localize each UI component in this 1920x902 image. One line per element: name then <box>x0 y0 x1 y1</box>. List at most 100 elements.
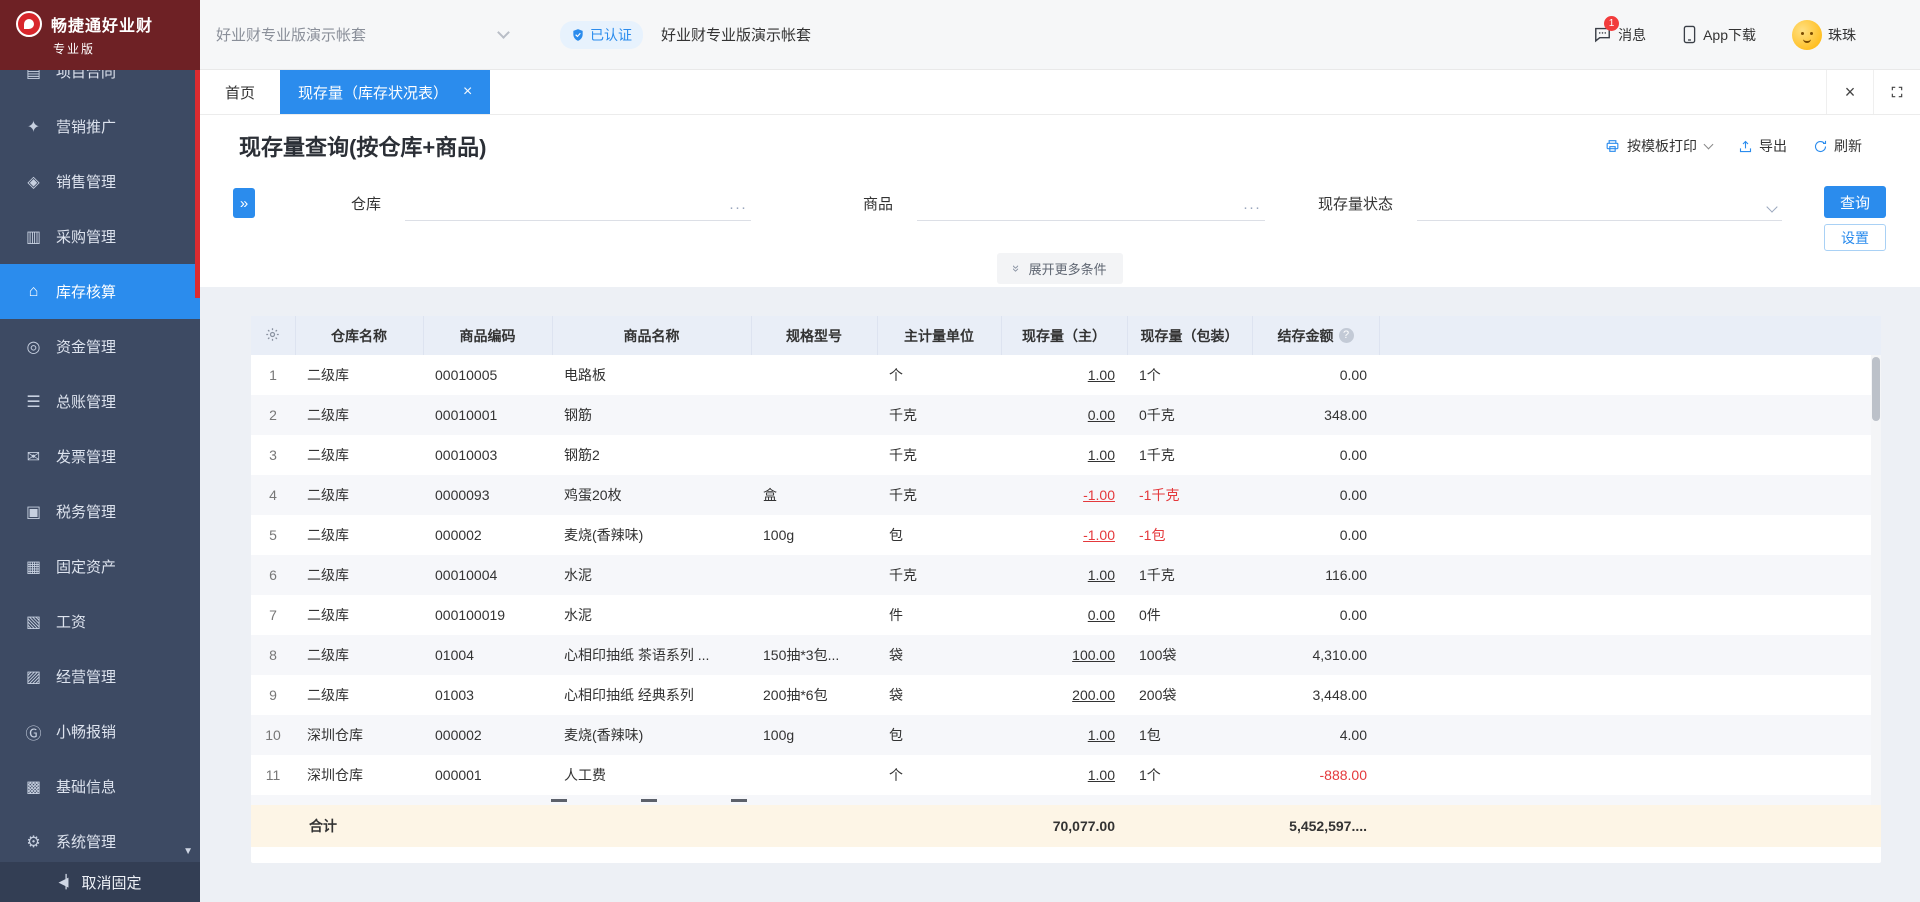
row-index: 10 <box>265 727 281 743</box>
cell-amount: 4,310.00 <box>1312 647 1368 663</box>
table-row[interactable]: 11 深圳仓库 000001 人工费 个 1.00 1个 -888.00 <box>251 755 1881 795</box>
export-button[interactable]: 导出 <box>1738 136 1787 156</box>
cell-unit: 千克 <box>889 407 917 423</box>
table-row[interactable]: 5 二级库 000002 麦烧(香辣味) 100g 包 -1.00 -1包 0.… <box>251 515 1881 555</box>
qty-link[interactable]: 1.00 <box>1088 367 1115 383</box>
sidebar-item[interactable]: ▥ 采购管理 <box>0 209 200 264</box>
cell-filler <box>1379 515 1881 555</box>
double-chevron-down-icon: » <box>1009 264 1025 273</box>
account-set-selector[interactable]: 好业财专业版演示帐套 <box>216 24 510 45</box>
sidebar-item[interactable]: ▣ 税务管理 <box>0 484 200 539</box>
print-by-template-button[interactable]: 按模板打印 <box>1604 136 1714 156</box>
chevron-down-icon[interactable] <box>1766 201 1778 213</box>
app-download-button[interactable]: App下载 <box>1682 25 1756 45</box>
table-row[interactable]: 6 二级库 00010004 水泥 千克 1.00 1千克 116.00 <box>251 555 1881 595</box>
tab-home[interactable]: 首页 <box>200 70 280 114</box>
warehouse-input[interactable]: ··· <box>405 189 751 221</box>
user-menu[interactable]: 珠珠 <box>1792 19 1856 50</box>
sidebar-item[interactable]: Ⓖ 小畅报销 <box>0 704 200 759</box>
sidebar-item[interactable]: ✉ 发票管理 <box>0 429 200 484</box>
scroll-down-icon[interactable]: ▼ <box>183 846 193 857</box>
warehouse-filter: 仓库 ··· <box>351 189 751 221</box>
certified-badge: 已认证 <box>560 20 643 49</box>
qty-link[interactable]: 1.00 <box>1088 767 1115 783</box>
cell-amount: 348.00 <box>1324 407 1367 423</box>
table-row[interactable]: 9 二级库 01003 心相印抽纸 经典系列 200抽*6包 袋 200.00 … <box>251 675 1881 715</box>
sidebar-item[interactable]: ▧ 工资 <box>0 594 200 649</box>
row-index: 2 <box>269 407 277 423</box>
print-label: 按模板打印 <box>1627 138 1697 154</box>
qty-link[interactable]: 1.00 <box>1088 447 1115 463</box>
settings-button[interactable]: 设置 <box>1824 224 1886 251</box>
cell-qty-main: 1.00 <box>1001 755 1127 795</box>
qty-link[interactable]: 200.00 <box>1072 687 1115 703</box>
qty-link[interactable]: 100.00 <box>1072 647 1115 663</box>
sidebar-item-label: 基础信息 <box>56 779 117 796</box>
qty-link[interactable]: 1.00 <box>1088 567 1115 583</box>
table-row[interactable]: 3 二级库 00010003 钢筋2 千克 1.00 1千克 0.00 <box>251 435 1881 475</box>
sidebar-item-label: 项目合同 <box>56 70 117 81</box>
cell-qty-package: 0件 <box>1139 607 1161 623</box>
cell-amount: 0.00 <box>1339 527 1367 543</box>
sidebar-item[interactable]: ✦ 营销推广 <box>0 99 200 154</box>
expand-more-conditions-button[interactable]: » 展开更多条件 <box>997 253 1123 284</box>
sidebar-item[interactable]: ▨ 经营管理 <box>0 649 200 704</box>
sidebar-item[interactable]: ◈ 销售管理 <box>0 154 200 209</box>
cell-spec: 100g <box>763 727 795 743</box>
cell-amount: -888.00 <box>1319 767 1367 783</box>
brand-title: 畅捷通好业财 <box>51 17 154 35</box>
cell-spec <box>751 435 877 475</box>
expense-icon: Ⓖ <box>25 725 42 743</box>
more-options-icon[interactable]: ··· <box>729 199 747 216</box>
sidebar-item[interactable]: ☰ 总账管理 <box>0 374 200 429</box>
sidebar-item[interactable]: ⚙ 系统管理 <box>0 814 200 869</box>
refresh-button[interactable]: 刷新 <box>1813 136 1862 156</box>
qty-link[interactable]: 1.00 <box>1088 727 1115 743</box>
goods-input[interactable]: ··· <box>917 189 1265 221</box>
sidebar: ▤ 项目合同 ✦ 营销推广 ◈ 销售管理 ▥ 采购管理 ⌂ 库存核算 ◎ 资金管… <box>0 70 200 902</box>
qty-link[interactable]: -1.00 <box>1083 527 1115 543</box>
qty-link[interactable]: 0.00 <box>1088 407 1115 423</box>
collapse-filter-button[interactable]: » <box>233 188 255 218</box>
close-all-tabs-button[interactable]: × <box>1826 70 1873 114</box>
clipped-next-row <box>251 795 1881 805</box>
unpin-sidebar-button[interactable]: ◀▏ 取消固定 <box>0 862 200 902</box>
fullscreen-button[interactable] <box>1873 70 1920 114</box>
row-index: 6 <box>269 567 277 583</box>
stock-table-card: 仓库名称 商品编码 商品名称 规格型号 主计量单位 现存量（主） 现存量（包装）… <box>251 316 1881 863</box>
qty-link[interactable]: -1.00 <box>1083 487 1115 503</box>
qty-link[interactable]: 0.00 <box>1088 607 1115 623</box>
cell-qty-main: 1.00 <box>1001 555 1127 595</box>
more-options-icon[interactable]: ··· <box>1243 199 1261 216</box>
table-row[interactable]: 7 二级库 000100019 水泥 件 0.00 0件 0.00 <box>251 595 1881 635</box>
cell-goods-code: 00010001 <box>435 407 498 423</box>
cell-goods-code: 00010004 <box>435 567 498 583</box>
total-row: 合计 70,077.00 5,452,597.... <box>251 805 1881 847</box>
sidebar-item[interactable]: ◎ 资金管理 <box>0 319 200 374</box>
table-scrollbar-track <box>1871 355 1881 805</box>
table-row[interactable]: 4 二级库 0000093 鸡蛋20枚 盒 千克 -1.00 -1千克 0.00 <box>251 475 1881 515</box>
messages-count-badge: 1 <box>1604 15 1620 31</box>
sidebar-item[interactable]: ▤ 项目合同 <box>0 70 200 99</box>
col-goods-name: 商品名称 <box>552 316 752 355</box>
table-scrollbar-thumb[interactable] <box>1872 357 1880 421</box>
cell-qty-main: -1.00 <box>1001 515 1127 555</box>
sidebar-item[interactable]: ▦ 固定资产 <box>0 539 200 594</box>
sidebar-item[interactable]: ▩ 基础信息 <box>0 759 200 814</box>
table-row[interactable]: 1 二级库 00010005 电路板 个 1.00 1个 0.00 <box>251 355 1881 395</box>
table-row[interactable]: 2 二级库 00010001 钢筋 千克 0.00 0千克 348.00 <box>251 395 1881 435</box>
tab-close-icon[interactable]: × <box>463 83 472 101</box>
cell-unit: 袋 <box>889 687 903 703</box>
column-settings-button[interactable] <box>251 316 296 355</box>
query-button[interactable]: 查询 <box>1824 186 1886 218</box>
table-row[interactable]: 8 二级库 01004 心相印抽纸 茶语系列 ... 150抽*3包... 袋 … <box>251 635 1881 675</box>
sidebar-item[interactable]: ⌂ 库存核算 <box>0 264 200 319</box>
cell-qty-main: 1.00 <box>1001 355 1127 395</box>
table-row[interactable]: 10 深圳仓库 000002 麦烧(香辣味) 100g 包 1.00 1包 4.… <box>251 715 1881 755</box>
stock-status-select[interactable] <box>1417 189 1782 221</box>
help-icon[interactable]: ? <box>1338 328 1354 343</box>
row-index: 4 <box>269 487 277 503</box>
cell-warehouse: 二级库 <box>307 607 349 623</box>
messages-button[interactable]: 消息 1 <box>1593 15 1646 45</box>
tab-stock-status[interactable]: 现存量（库存状况表） × <box>280 70 491 114</box>
